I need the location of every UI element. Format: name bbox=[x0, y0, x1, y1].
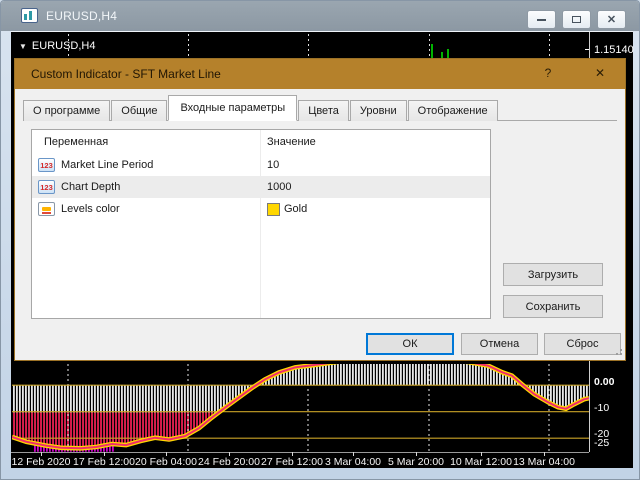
close-button[interactable]: ✕ bbox=[597, 10, 626, 29]
table-header-row: Переменная Значение bbox=[32, 130, 490, 154]
indicator-chart-svg bbox=[11, 356, 590, 452]
scale-label-10: -10 bbox=[594, 402, 610, 414]
dropdown-arrow-icon: ▼ bbox=[19, 41, 27, 51]
window-title: EURUSD,H4 bbox=[46, 9, 118, 23]
tab-about[interactable]: О программе bbox=[23, 100, 111, 121]
param-name: Levels color bbox=[61, 203, 120, 215]
date-label: 20 Feb 04:00 bbox=[135, 456, 197, 468]
minimize-icon bbox=[537, 18, 546, 21]
window-titlebar: EURUSD,H4 ✕ bbox=[1, 1, 639, 31]
indicator-subwindow bbox=[11, 356, 590, 452]
color-icon bbox=[38, 202, 55, 216]
dialog-title: Custom Indicator - SFT Market Line bbox=[31, 67, 221, 81]
scale-label-0: 0.00 bbox=[594, 376, 615, 388]
numeric-icon: 123 bbox=[38, 180, 55, 194]
date-label: 12 Feb 2020 bbox=[11, 456, 71, 468]
date-label: 27 Feb 12:00 bbox=[261, 456, 323, 468]
dialog-titlebar[interactable]: Custom Indicator - SFT Market Line ? ✕ bbox=[15, 59, 625, 89]
header-value: Значение bbox=[267, 136, 316, 148]
header-variable: Переменная bbox=[44, 136, 109, 148]
restore-button[interactable] bbox=[562, 10, 591, 29]
help-button[interactable]: ? bbox=[537, 66, 559, 83]
date-label: 3 Mar 04:00 bbox=[324, 456, 382, 468]
param-value[interactable]: Gold bbox=[284, 203, 307, 215]
param-name: Chart Depth bbox=[61, 181, 121, 193]
indicator-properties-dialog: Custom Indicator - SFT Market Line ? ✕ О… bbox=[14, 58, 626, 361]
tab-common[interactable]: Общие bbox=[111, 100, 168, 121]
tab-levels[interactable]: Уровни bbox=[349, 100, 407, 121]
time-axis-line bbox=[11, 452, 589, 453]
symbol-label[interactable]: ▼ EURUSD,H4 bbox=[19, 40, 96, 52]
dialog-tabbar: О программе Общие Входные параметры Цвет… bbox=[23, 95, 617, 121]
restore-icon bbox=[572, 16, 581, 23]
date-label: 13 Mar 04:00 bbox=[513, 456, 575, 468]
tab-colors[interactable]: Цвета bbox=[298, 100, 349, 121]
date-label: 17 Feb 12:00 bbox=[73, 456, 135, 468]
date-label: 24 Feb 20:00 bbox=[198, 456, 260, 468]
minimize-button[interactable] bbox=[527, 10, 556, 29]
param-value[interactable]: 10 bbox=[267, 159, 279, 171]
numeric-icon: 123 bbox=[38, 158, 55, 172]
symbol-text: EURUSD,H4 bbox=[31, 40, 96, 52]
tab-inputs[interactable]: Входные параметры bbox=[168, 95, 298, 121]
gridline bbox=[308, 34, 309, 60]
table-row[interactable]: 123 Market Line Period 10 bbox=[32, 154, 490, 176]
load-button[interactable]: Загрузить bbox=[503, 263, 603, 286]
current-price-label: 1.15140 bbox=[594, 44, 634, 56]
reset-button[interactable]: Сброс bbox=[544, 333, 621, 355]
candlestick bbox=[431, 44, 433, 59]
gridline bbox=[188, 34, 189, 60]
resize-grip[interactable] bbox=[614, 349, 622, 357]
save-button[interactable]: Сохранить bbox=[503, 295, 603, 318]
table-row[interactable]: Levels color Gold bbox=[32, 198, 490, 220]
date-label: 5 Mar 20:00 bbox=[387, 456, 445, 468]
parameters-table[interactable]: Переменная Значение 123 Market Line Peri… bbox=[31, 129, 491, 319]
color-swatch-gold[interactable] bbox=[267, 202, 280, 216]
date-label: 10 Mar 12:00 bbox=[450, 456, 512, 468]
table-row[interactable]: 123 Chart Depth 1000 bbox=[32, 176, 490, 198]
gridline bbox=[429, 34, 430, 60]
ok-button[interactable]: ОК bbox=[366, 333, 454, 355]
param-name: Market Line Period bbox=[61, 159, 154, 171]
param-value[interactable]: 1000 bbox=[267, 181, 291, 193]
cancel-button[interactable]: Отмена bbox=[461, 333, 538, 355]
dialog-close-button[interactable]: ✕ bbox=[589, 66, 611, 83]
scale-label-25: -25 bbox=[594, 437, 610, 449]
chart-window-icon bbox=[21, 8, 38, 23]
tab-visualization[interactable]: Отображение bbox=[407, 100, 498, 121]
price-tick bbox=[585, 49, 589, 50]
gridline bbox=[549, 34, 550, 60]
